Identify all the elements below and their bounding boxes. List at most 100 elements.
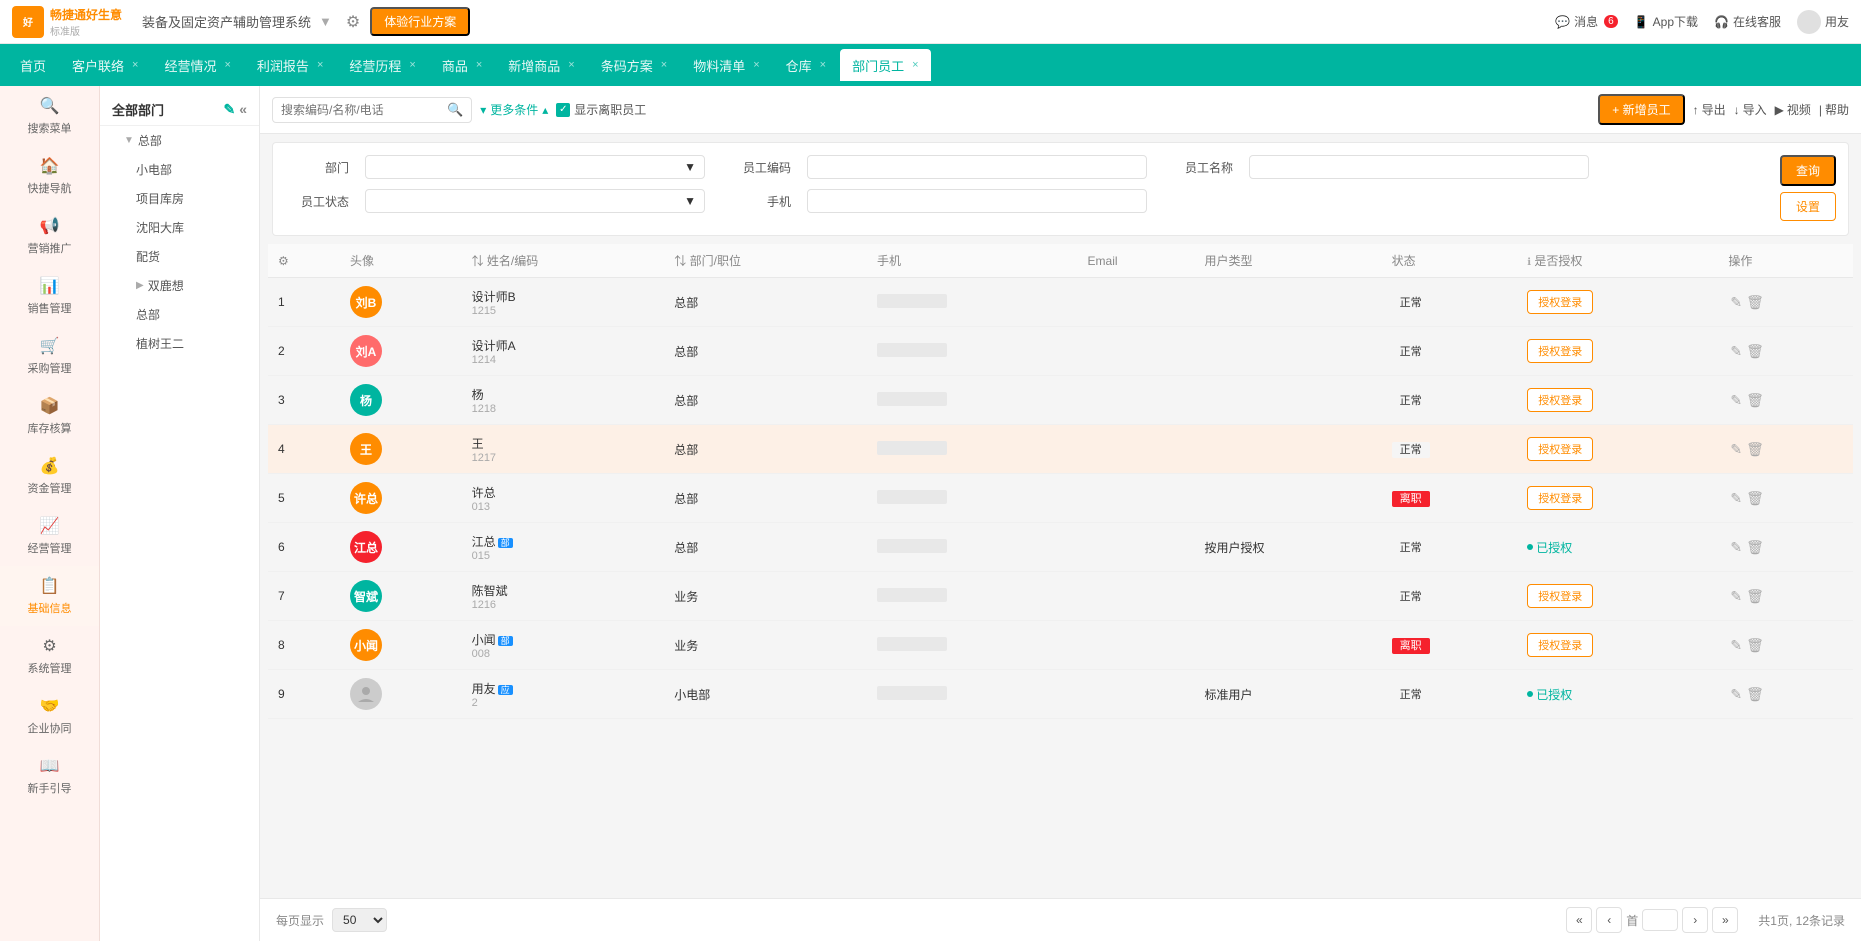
edit-btn[interactable]: ✎ [1730, 392, 1742, 408]
dept-node-总部[interactable]: ▼总部 [100, 126, 259, 155]
user-btn[interactable]: 用友 [1797, 10, 1849, 34]
phone-blur [877, 343, 947, 357]
edit-btn[interactable]: ✎ [1730, 294, 1742, 310]
left-nav-基础信息[interactable]: 📋基础信息 [0, 566, 99, 626]
delete-btn[interactable]: 🗑 [1746, 392, 1764, 408]
right-actions: + 新增员工 ↑ 导出 ↓ 导入 ▶ 视频 | 帮助 [1598, 94, 1849, 125]
help-btn[interactable]: | 帮助 [1819, 101, 1849, 118]
delete-btn[interactable]: 🗑 [1746, 441, 1764, 457]
search-input[interactable] [281, 103, 441, 117]
edit-btn[interactable]: ✎ [1730, 686, 1742, 702]
more-filter-btn[interactable]: ▾ 更多条件 ▴ [480, 101, 548, 118]
auth-button[interactable]: 授权登录 [1527, 584, 1593, 608]
auth-button[interactable]: 授权登录 [1527, 290, 1593, 314]
delete-btn[interactable]: 🗑 [1746, 490, 1764, 506]
nav-tab-首页[interactable]: 首页 [8, 49, 58, 81]
edit-btn[interactable]: ✎ [1730, 490, 1742, 506]
emp-name-input[interactable] [1249, 155, 1589, 179]
online-service-btn[interactable]: 🎧 在线客服 [1714, 13, 1781, 30]
nav-tab-商品[interactable]: 商品× [430, 49, 494, 81]
trial-button[interactable]: 体验行业方案 [370, 7, 470, 36]
messages-btn[interactable]: 💬 消息 6 [1555, 13, 1618, 30]
edit-btn[interactable]: ✎ [1730, 441, 1742, 457]
nav-tab-仓库[interactable]: 仓库× [774, 49, 838, 81]
gear-icon[interactable]: ⚙ [346, 12, 360, 32]
export-btn[interactable]: ↑ 导出 [1693, 101, 1726, 118]
auth-button[interactable]: 授权登录 [1527, 388, 1593, 412]
auth-button[interactable]: 授权登录 [1527, 437, 1593, 461]
dept-all-label[interactable]: 全部部门 [112, 100, 164, 119]
nav-tab-部门员工[interactable]: 部门员工× [840, 49, 930, 81]
col-operation: 操作 [1718, 244, 1853, 278]
left-nav-营销推广[interactable]: 📢营销推广 [0, 206, 99, 266]
nav-tab-条码方案[interactable]: 条码方案× [589, 49, 679, 81]
left-nav-企业协同[interactable]: 🤝企业协同 [0, 686, 99, 746]
dept-node-双鹿想[interactable]: ▶双鹿想 [100, 271, 259, 300]
dept-node-植树王二[interactable]: 植树王二 [100, 329, 259, 358]
phone-blur [877, 441, 947, 455]
prev-page-btn[interactable]: ‹ [1596, 907, 1622, 933]
delete-btn[interactable]: 🗑 [1746, 539, 1764, 555]
left-nav-采购管理[interactable]: 🛒采购管理 [0, 326, 99, 386]
left-nav-系统管理[interactable]: ⚙系统管理 [0, 626, 99, 686]
nav-tab-经营情况[interactable]: 经营情况× [152, 49, 242, 81]
app-download-btn[interactable]: 📱 App下载 [1634, 13, 1698, 30]
page-size-select[interactable]: 50 100 200 [332, 908, 387, 932]
first-page-btn[interactable]: « [1566, 907, 1592, 933]
delete-btn[interactable]: 🗑 [1746, 588, 1764, 604]
nav-tab-经营历程[interactable]: 经营历程× [337, 49, 427, 81]
phone-input[interactable] [807, 189, 1147, 213]
phone-blur [877, 686, 947, 700]
edit-btn[interactable]: ✎ [1730, 539, 1742, 555]
phone-blur [877, 588, 947, 602]
left-nav-库存核算[interactable]: 📦库存核算 [0, 386, 99, 446]
delete-btn[interactable]: 🗑 [1746, 686, 1764, 702]
edit-btn[interactable]: ✎ [1730, 637, 1742, 653]
phone-blur [877, 392, 947, 406]
table-row: 1刘B设计师B1215总部正常授权登录✎🗑 [268, 278, 1853, 327]
dept-node-配货[interactable]: 配货 [100, 242, 259, 271]
dept-collapse-btn[interactable]: « [239, 101, 247, 118]
dept-sidebar: 全部部门 ✎ « ▼总部小电部项目库房沈阳大库配货▶双鹿想总部植树王二 [100, 86, 260, 941]
add-employee-btn[interactable]: + 新增员工 [1598, 94, 1684, 125]
edit-btn[interactable]: ✎ [1730, 343, 1742, 359]
import-btn[interactable]: ↓ 导入 [1734, 101, 1767, 118]
dept-edit-icon[interactable]: ✎ [223, 101, 235, 118]
left-nav-销售管理[interactable]: 📊销售管理 [0, 266, 99, 326]
next-page-btn[interactable]: › [1682, 907, 1708, 933]
nav-tab-利润报告[interactable]: 利润报告× [245, 49, 335, 81]
emp-status-select[interactable]: ▼ [365, 189, 705, 213]
dept-node-沈阳大库[interactable]: 沈阳大库 [100, 213, 259, 242]
nav-tab-新增商品[interactable]: 新增商品× [496, 49, 586, 81]
table-row: 5许总许总013总部离职授权登录✎🗑 [268, 474, 1853, 523]
emp-status-label: 员工状态 [289, 193, 349, 210]
current-page-input[interactable]: 1 [1642, 909, 1678, 931]
status-badge: 正常 [1392, 295, 1430, 311]
last-page-btn[interactable]: » [1712, 907, 1738, 933]
dept-node-小电部[interactable]: 小电部 [100, 155, 259, 184]
auth-button[interactable]: 授权登录 [1527, 339, 1593, 363]
delete-btn[interactable]: 🗑 [1746, 294, 1764, 310]
delete-btn[interactable]: 🗑 [1746, 637, 1764, 653]
auth-button[interactable]: 授权登录 [1527, 633, 1593, 657]
left-nav-经营管理[interactable]: 📈经营管理 [0, 506, 99, 566]
left-nav-搜索菜单[interactable]: 🔍搜索菜单 [0, 86, 99, 146]
edit-btn[interactable]: ✎ [1730, 588, 1742, 604]
query-btn[interactable]: 查询 [1780, 155, 1836, 186]
set-btn[interactable]: 设置 [1780, 192, 1836, 221]
nav-tab-客户联络[interactable]: 客户联络× [60, 49, 150, 81]
dept-node-总部[interactable]: 总部 [100, 300, 259, 329]
nav-tab-物料清单[interactable]: 物料清单× [681, 49, 771, 81]
show-resigned-checkbox[interactable]: ✓ 显示离职员工 [556, 101, 646, 118]
left-nav-快捷导航[interactable]: 🏠快捷导航 [0, 146, 99, 206]
left-nav-新手引导[interactable]: 📖新手引导 [0, 746, 99, 806]
auth-button[interactable]: 授权登录 [1527, 486, 1593, 510]
left-nav-资金管理[interactable]: 💰资金管理 [0, 446, 99, 506]
dept-select[interactable]: ▼ [365, 155, 705, 179]
delete-btn[interactable]: 🗑 [1746, 343, 1764, 359]
video-btn[interactable]: ▶ 视频 [1775, 101, 1811, 118]
dept-node-项目库房[interactable]: 项目库房 [100, 184, 259, 213]
col-user_type: 用户类型 [1194, 244, 1381, 278]
emp-code-input[interactable] [807, 155, 1147, 179]
logo-text: 畅捷通好生意 [50, 6, 122, 23]
